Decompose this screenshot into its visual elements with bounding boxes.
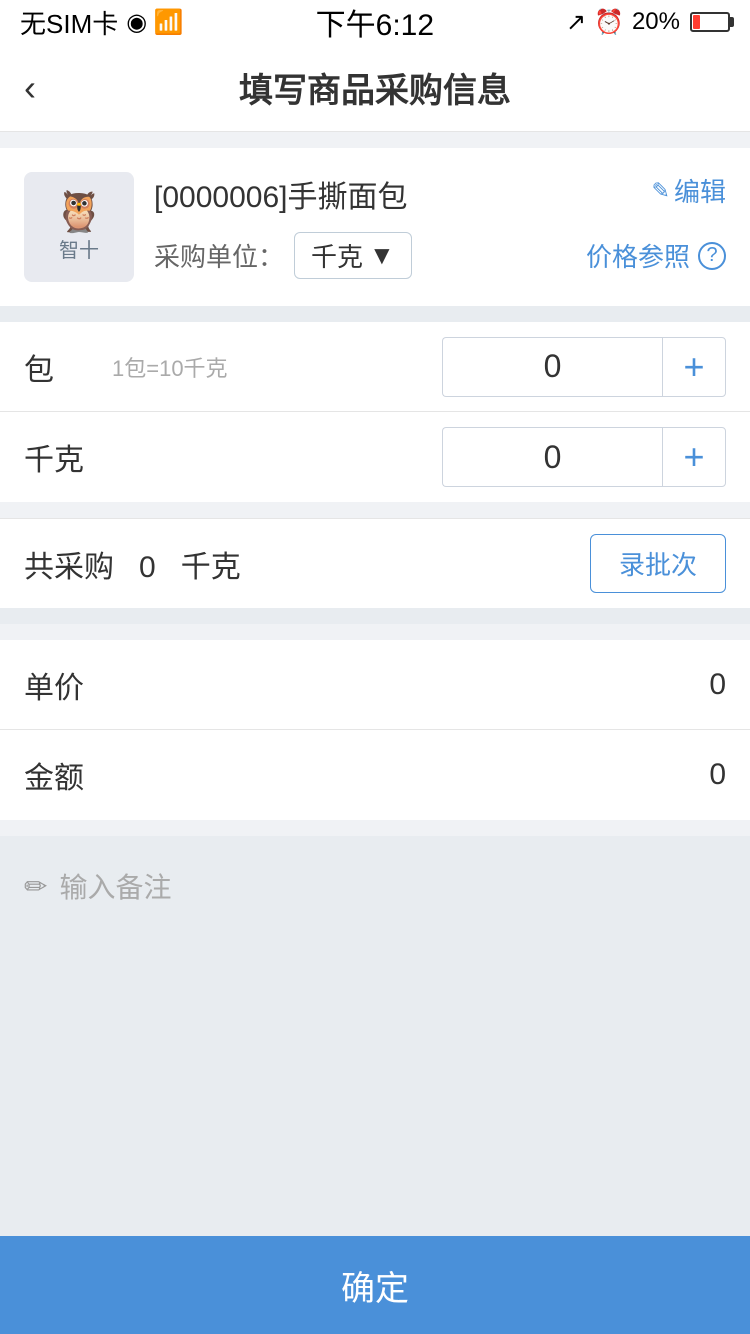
battery-percent: 20%: [632, 8, 680, 36]
unit-price-row: 单价 0: [0, 640, 750, 730]
note-placeholder: 输入备注: [59, 866, 171, 906]
bag-sublabel: 1包=10千克: [112, 351, 228, 383]
price-ref-label: 价格参照: [586, 237, 690, 274]
price-section: 单价 0 金额 0: [0, 640, 750, 820]
amount-label: 金额: [24, 753, 84, 797]
summary-text: 共采购 0 千克: [24, 542, 241, 586]
bottom-area: [0, 936, 750, 1276]
summary-unit: 千克: [181, 551, 241, 584]
edit-button[interactable]: ✎ 编辑: [652, 172, 726, 209]
confirm-bar[interactable]: 确定: [0, 1236, 750, 1334]
page-title: 填写商品采购信息: [239, 63, 511, 112]
nav-bar: ‹ 填写商品采购信息: [0, 44, 750, 132]
bag-input-right: +: [442, 337, 726, 397]
back-button[interactable]: ‹: [24, 67, 36, 109]
amount-row: 金额 0: [0, 730, 750, 820]
status-time: 下午6:12: [316, 0, 434, 44]
unit-select[interactable]: 千克 ▼: [294, 232, 412, 279]
kg-input-right: +: [442, 427, 726, 487]
input-section: 包 1包=10千克 + 千克 +: [0, 322, 750, 502]
kg-plus-button[interactable]: +: [662, 427, 726, 487]
product-name: [0000006]手撕面包: [154, 172, 652, 216]
bag-input-row: 包 1包=10千克 +: [0, 322, 750, 412]
unit-dropdown-icon: ▼: [369, 240, 395, 271]
product-info: [0000006]手撕面包 ✎ 编辑 采购单位： 千克 ▼ 价格参照 ?: [154, 172, 726, 279]
product-owl-icon: 🦉: [54, 192, 104, 232]
divider-1: [0, 306, 750, 322]
kg-input-row: 千克 +: [0, 412, 750, 502]
unit-value: 千克: [311, 237, 363, 274]
amount-value: 0: [709, 758, 726, 792]
battery-icon: [690, 12, 730, 32]
pencil-icon: ✏: [24, 870, 47, 903]
help-icon: ?: [698, 242, 726, 270]
wifi-icon: ◉ 📶: [126, 8, 184, 37]
location-icon: ↗: [566, 8, 586, 37]
confirm-button[interactable]: 确定: [341, 1261, 409, 1310]
battery-fill: [693, 15, 700, 29]
summary-prefix: 共采购: [24, 551, 114, 584]
purchase-unit-row: 采购单位： 千克 ▼ 价格参照 ?: [154, 232, 726, 279]
kg-label: 千克: [24, 435, 104, 479]
purchase-unit-label: 采购单位：: [154, 237, 284, 274]
status-bar: 无SIM卡 ◉ 📶 下午6:12 ↗ ⏰ 20%: [0, 0, 750, 44]
price-ref-button[interactable]: 价格参照 ?: [586, 237, 726, 274]
bag-input[interactable]: [442, 337, 662, 397]
summary-quantity: 0: [139, 551, 156, 584]
edit-icon: ✎: [652, 178, 670, 204]
record-batch-button[interactable]: 录批次: [590, 534, 726, 593]
product-card: 🦉 智十 [0000006]手撕面包 ✎ 编辑 采购单位： 千克 ▼ 价格参照 …: [0, 148, 750, 306]
unit-price-value: 0: [709, 668, 726, 702]
status-right: ↗ ⏰ 20%: [566, 8, 730, 37]
carrier-label: 无SIM卡: [20, 4, 118, 41]
edit-label: 编辑: [674, 172, 726, 209]
divider-2: [0, 608, 750, 624]
alarm-icon: ⏰: [594, 8, 624, 37]
bag-plus-button[interactable]: +: [662, 337, 726, 397]
product-brand-label: 智十: [59, 234, 99, 263]
status-left: 无SIM卡 ◉ 📶: [20, 4, 184, 41]
summary-row: 共采购 0 千克 录批次: [0, 518, 750, 608]
unit-price-label: 单价: [24, 663, 84, 707]
product-header: [0000006]手撕面包 ✎ 编辑: [154, 172, 726, 216]
product-image: 🦉 智十: [24, 172, 134, 282]
bag-label: 包: [24, 345, 104, 389]
note-section[interactable]: ✏ 输入备注: [0, 836, 750, 936]
kg-input[interactable]: [442, 427, 662, 487]
